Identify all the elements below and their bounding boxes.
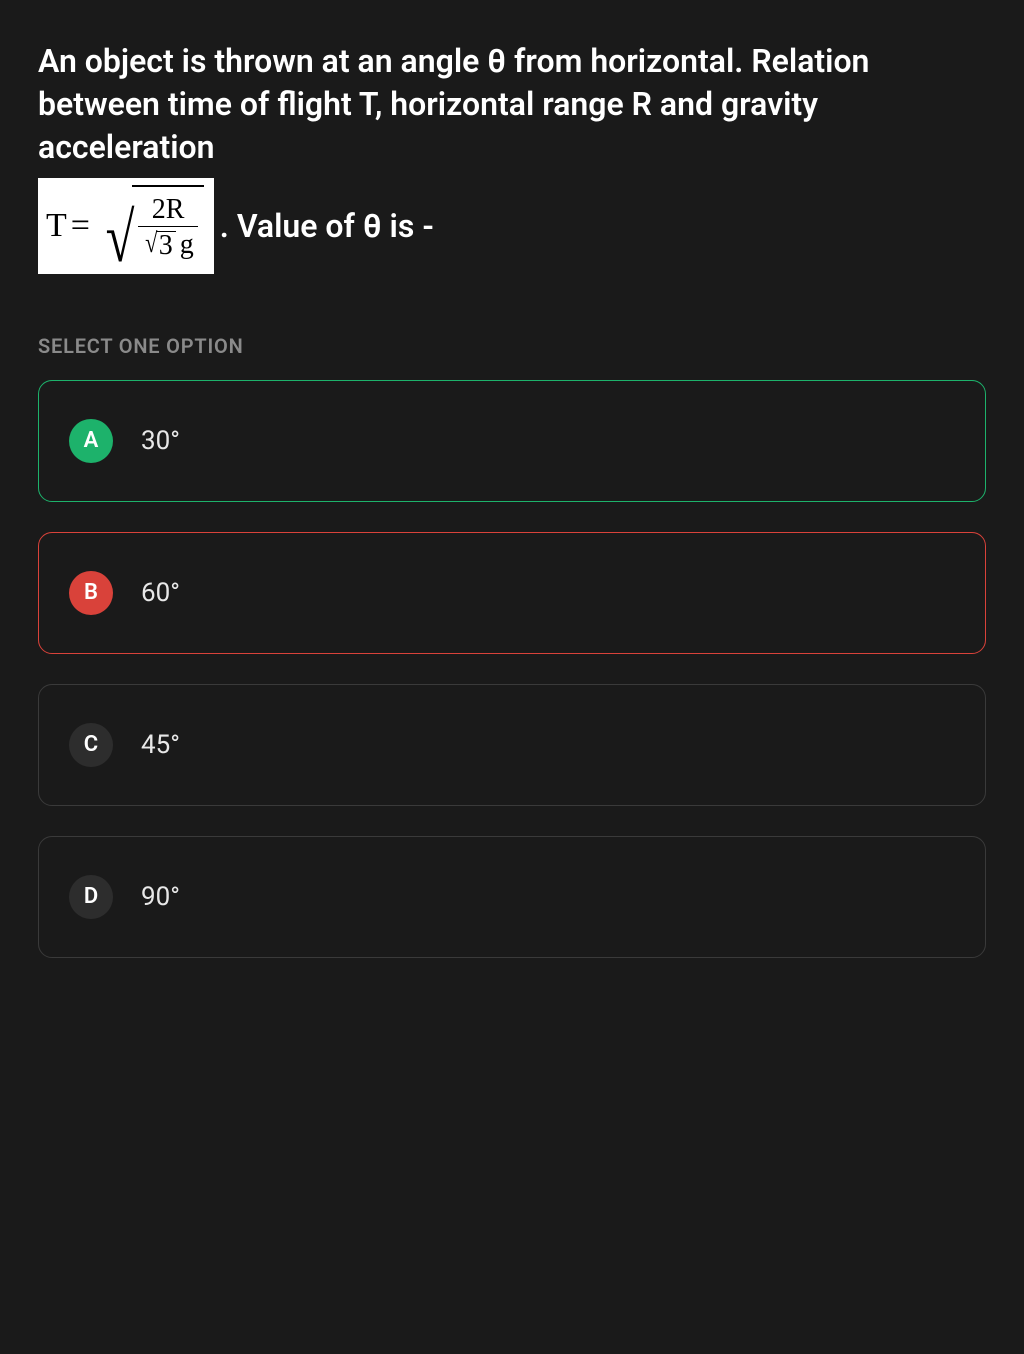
denominator-suffix: g: [180, 231, 194, 259]
formula-fraction: 2R √ 3 g: [138, 196, 197, 260]
option-badge: C: [69, 723, 113, 767]
inner-sqrt-symbol-icon: √: [145, 231, 157, 256]
sqrt-symbol-icon: √: [106, 212, 135, 267]
formula-image: T = √ 2R √ 3 g: [38, 178, 214, 274]
option-badge: A: [69, 419, 113, 463]
option-text: 90°: [141, 882, 180, 912]
formula-sqrt: √ 2R √ 3 g: [96, 185, 204, 267]
options-list: A 30° B 60° C 45° D 90°: [38, 380, 986, 958]
option-d[interactable]: D 90°: [38, 836, 986, 958]
formula-equals: =: [69, 209, 96, 243]
option-text: 60°: [141, 578, 180, 608]
option-c[interactable]: C 45°: [38, 684, 986, 806]
option-badge: D: [69, 875, 113, 919]
question-text-line1: An object is thrown at an angle θ from h…: [38, 40, 986, 170]
option-text: 45°: [141, 730, 180, 760]
question-block: An object is thrown at an angle θ from h…: [38, 40, 986, 274]
inner-sqrt: √ 3: [142, 231, 175, 260]
inner-sqrt-value: 3: [156, 231, 176, 260]
fraction-denominator: √ 3 g: [138, 227, 197, 260]
option-text: 30°: [141, 426, 180, 456]
question-text-line2: T = √ 2R √ 3 g: [38, 178, 986, 274]
option-badge: B: [69, 571, 113, 615]
option-b[interactable]: B 60°: [38, 532, 986, 654]
formula-lhs: T: [46, 209, 69, 243]
option-a[interactable]: A 30°: [38, 380, 986, 502]
question-tail: . Value of θ is -: [220, 207, 434, 245]
fraction-numerator: 2R: [146, 196, 191, 226]
select-one-option-label: SELECT ONE OPTION: [38, 334, 986, 358]
